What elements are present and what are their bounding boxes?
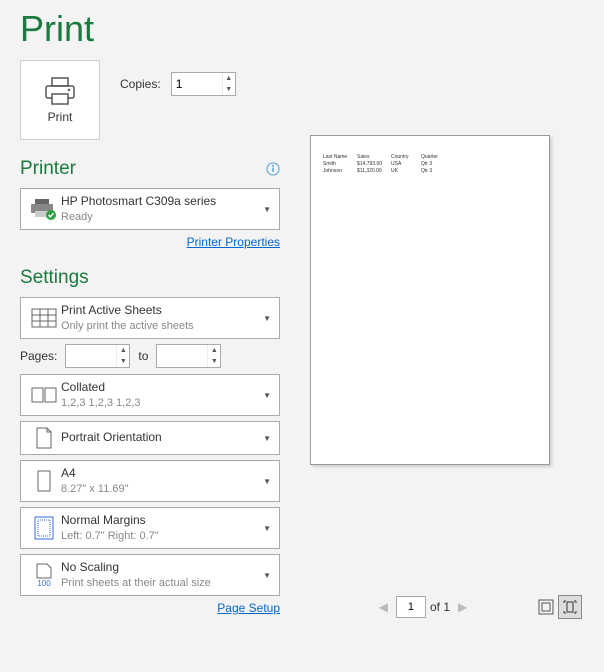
zoom-to-page-button[interactable] [558, 595, 582, 619]
scaling-title: No Scaling [61, 560, 259, 576]
print-what-dropdown[interactable]: Print Active Sheets Only print the activ… [20, 297, 280, 339]
printer-status-icon [27, 197, 61, 221]
chevron-down-icon: ▼ [259, 524, 275, 533]
pages-to-label: to [138, 349, 148, 363]
prev-page-icon[interactable]: ◀ [375, 600, 392, 614]
page-title: Print [0, 0, 604, 50]
chevron-down-icon: ▼ [259, 434, 275, 443]
settings-section-title: Settings [20, 267, 89, 289]
sheets-icon [27, 307, 61, 329]
paper-icon [27, 469, 61, 493]
spinner-down-icon[interactable]: ▼ [117, 356, 129, 367]
chevron-down-icon: ▼ [259, 205, 275, 214]
page-number-input[interactable] [396, 596, 426, 618]
scaling-dropdown[interactable]: 100 No Scaling Print sheets at their act… [20, 554, 280, 596]
chevron-down-icon: ▼ [259, 314, 275, 323]
print-what-sub: Only print the active sheets [61, 319, 259, 333]
pages-from-spinner[interactable]: ▲▼ [65, 344, 130, 368]
copies-label: Copies: [120, 77, 161, 91]
paper-sub: 8.27" x 11.69" [61, 482, 259, 496]
spinner-up-icon[interactable]: ▲ [223, 73, 235, 84]
margins-dropdown[interactable]: Normal Margins Left: 0.7" Right: 0.7" ▼ [20, 507, 280, 549]
pages-to-spinner[interactable]: ▲▼ [156, 344, 221, 368]
chevron-down-icon: ▼ [259, 477, 275, 486]
collation-dropdown[interactable]: Collated 1,2,3 1,2,3 1,2,3 ▼ [20, 374, 280, 416]
margins-title: Normal Margins [61, 513, 259, 529]
pages-to-input[interactable] [157, 345, 207, 367]
portrait-icon [27, 426, 61, 450]
copies-input[interactable] [172, 73, 222, 95]
print-what-title: Print Active Sheets [61, 303, 259, 319]
info-icon[interactable] [266, 162, 280, 176]
printer-name: HP Photosmart C309a series [61, 194, 259, 210]
spinner-down-icon[interactable]: ▼ [208, 356, 220, 367]
paper-dropdown[interactable]: A4 8.27" x 11.69" ▼ [20, 460, 280, 502]
page-of-label: of 1 [430, 600, 450, 614]
chevron-down-icon: ▼ [259, 391, 275, 400]
printer-dropdown[interactable]: HP Photosmart C309a series Ready ▼ [20, 188, 280, 230]
printer-properties-link[interactable]: Printer Properties [187, 235, 280, 249]
spinner-up-icon[interactable]: ▲ [117, 345, 129, 356]
printer-section-title: Printer [20, 158, 76, 180]
scaling-icon: 100 [27, 562, 61, 588]
printer-status: Ready [61, 210, 259, 224]
margins-sub: Left: 0.7" Right: 0.7" [61, 529, 259, 543]
copies-spinner[interactable]: ▲▼ [171, 72, 236, 96]
printer-icon [42, 76, 78, 106]
collation-sub: 1,2,3 1,2,3 1,2,3 [61, 396, 259, 410]
spinner-up-icon[interactable]: ▲ [208, 345, 220, 356]
chevron-down-icon: ▼ [259, 571, 275, 580]
page-setup-link[interactable]: Page Setup [217, 601, 280, 615]
orientation-title: Portrait Orientation [61, 430, 259, 446]
next-page-icon[interactable]: ▶ [454, 600, 471, 614]
paper-title: A4 [61, 466, 259, 482]
orientation-dropdown[interactable]: Portrait Orientation ▼ [20, 421, 280, 455]
margins-icon [27, 515, 61, 541]
preview-page: Last Name Sales Country Quarter Smith $1… [310, 135, 550, 465]
scaling-sub: Print sheets at their actual size [61, 576, 259, 590]
pages-from-input[interactable] [66, 345, 116, 367]
spinner-down-icon[interactable]: ▼ [223, 84, 235, 95]
print-button[interactable]: Print [20, 60, 100, 140]
show-margins-button[interactable] [534, 595, 558, 619]
pages-label: Pages: [20, 349, 57, 363]
collation-title: Collated [61, 380, 259, 396]
collated-icon [27, 385, 61, 405]
print-button-label: Print [48, 110, 73, 124]
